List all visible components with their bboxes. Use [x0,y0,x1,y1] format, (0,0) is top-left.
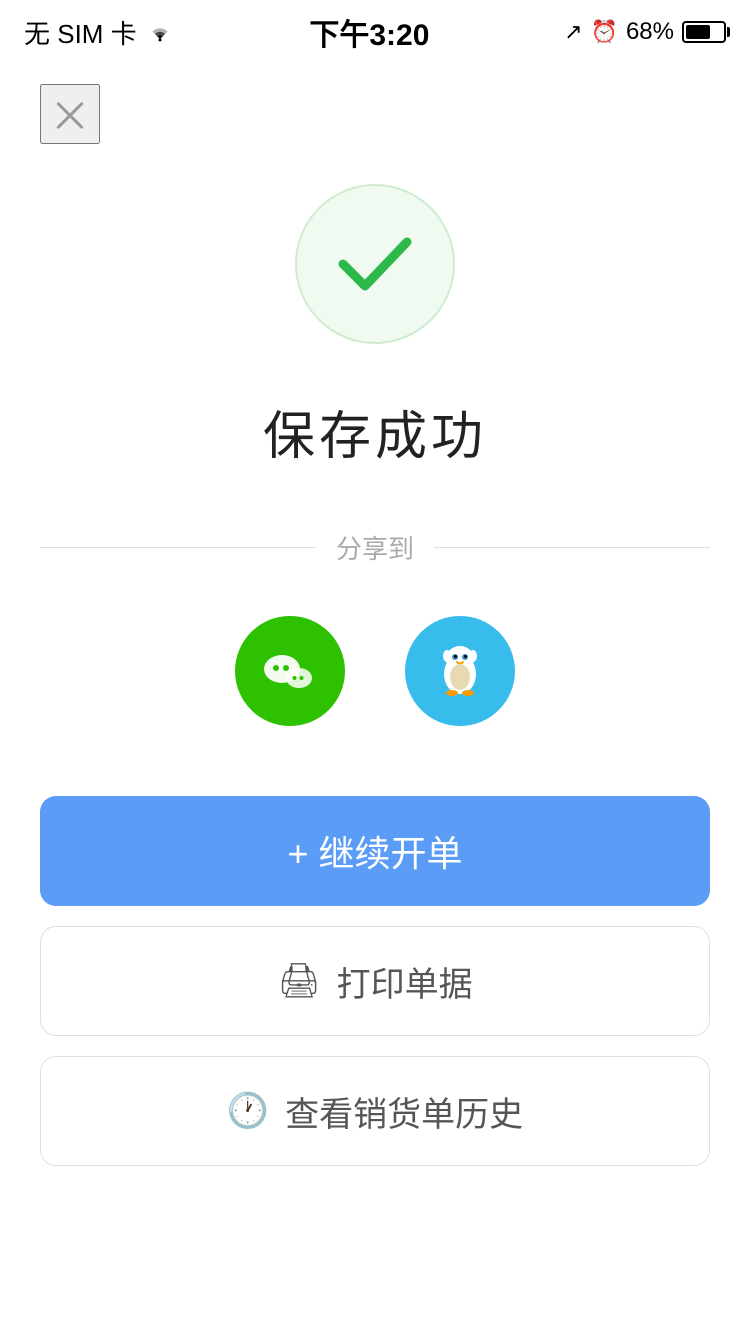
continue-order-label: + 继续开单 [287,825,462,877]
share-divider: 分享到 [40,529,710,566]
printer-icon: 🖨 [277,961,320,1001]
divider-right [434,547,710,548]
wechat-icon [258,639,322,703]
print-receipt-button[interactable]: 🖨 打印单据 [40,926,710,1036]
battery-percent: 68% [626,18,674,46]
close-x-icon [52,96,88,132]
divider-left [40,547,316,548]
location-icon: ↗ [564,19,582,45]
carrier-text: 无 SIM 卡 [24,14,137,51]
history-icon: 🕐 [227,1091,269,1131]
alarm-icon: ⏰ [591,19,618,45]
qq-icon [428,639,492,703]
checkmark-icon [335,234,415,294]
success-circle [295,184,455,344]
share-label: 分享到 [336,529,414,566]
share-icons-row [40,616,710,726]
status-indicators: ↗ ⏰ 68% [564,18,726,46]
wechat-share-button[interactable] [235,616,345,726]
qq-share-button[interactable] [405,616,515,726]
continue-order-button[interactable]: + 继续开单 [40,796,710,906]
print-receipt-label: 打印单据 [337,957,473,1006]
status-carrier: 无 SIM 卡 [24,14,175,51]
view-history-label: 查看销货单历史 [285,1087,523,1136]
close-button[interactable] [40,84,100,144]
action-buttons: + 继续开单 🖨 打印单据 🕐 查看销货单历史 [40,796,710,1166]
main-content: 保存成功 分享到 [0,64,750,1334]
status-time: 下午3:20 [309,10,429,54]
status-bar: 无 SIM 卡 下午3:20 ↗ ⏰ 68% [0,0,750,64]
view-history-button[interactable]: 🕐 查看销货单历史 [40,1056,710,1166]
wifi-icon [145,21,175,43]
battery-icon [682,21,726,43]
success-title: 保存成功 [263,394,487,469]
